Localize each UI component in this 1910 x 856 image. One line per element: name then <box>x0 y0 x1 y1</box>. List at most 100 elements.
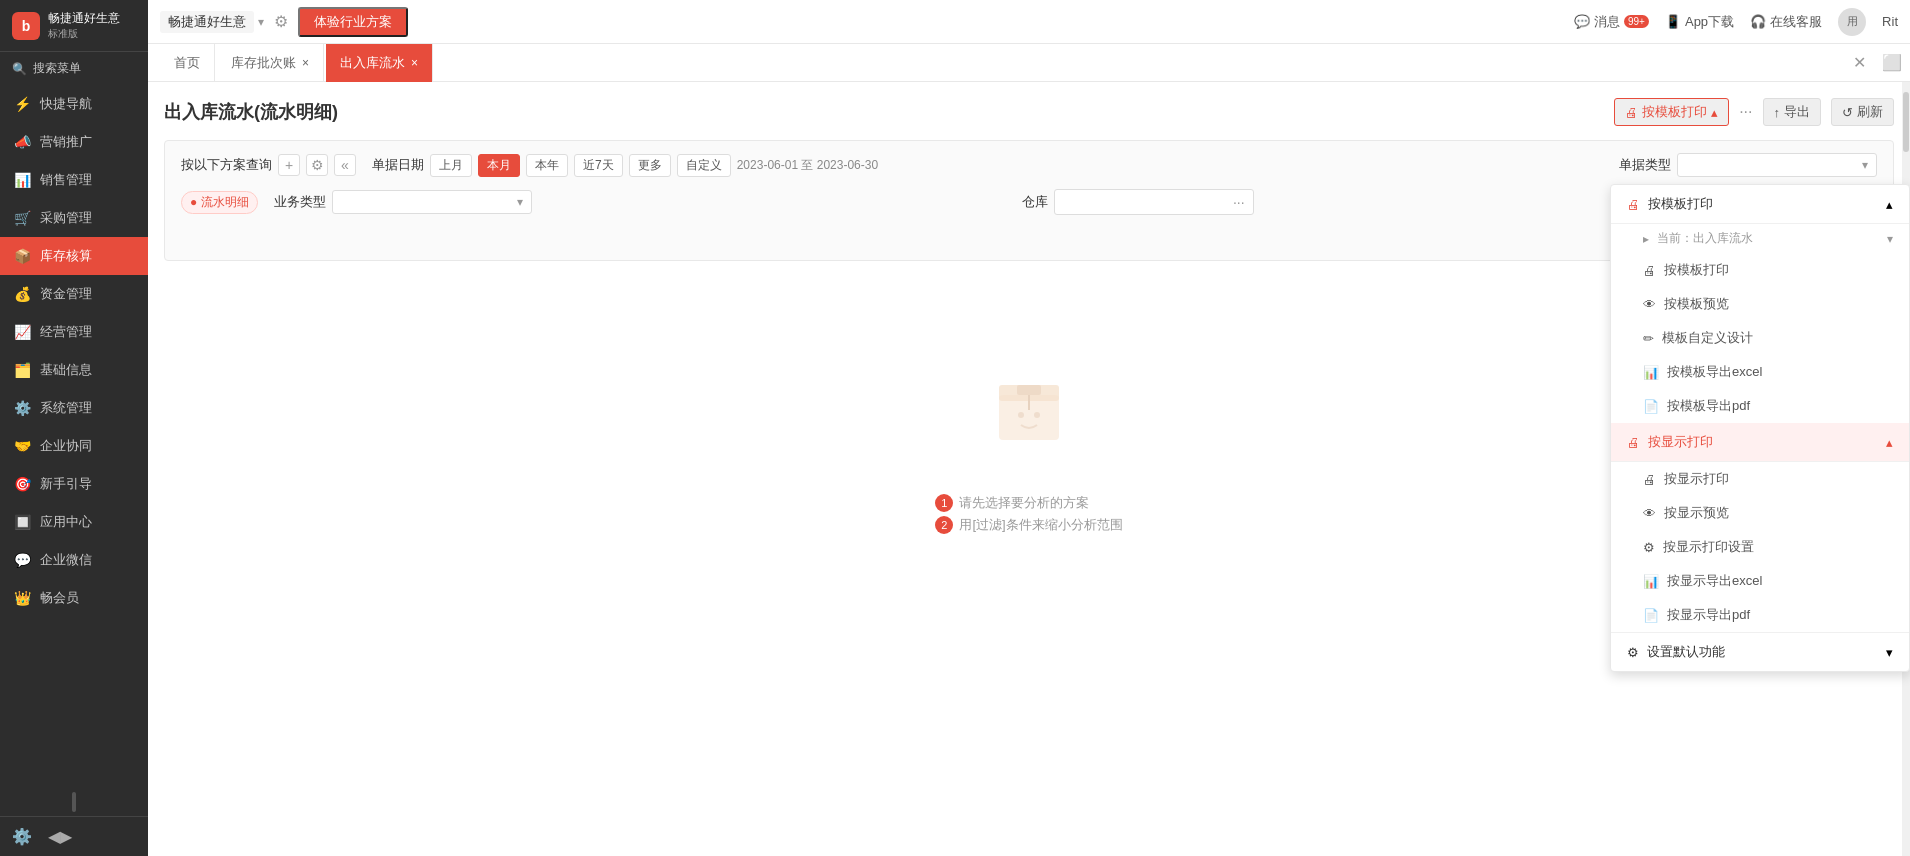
message-label: 消息 <box>1594 13 1620 31</box>
sidebar-item-label: 应用中心 <box>40 513 92 531</box>
sidebar-item-guide[interactable]: 🎯 新手引导 <box>0 465 148 503</box>
export-button[interactable]: ↑ 导出 <box>1763 98 1822 126</box>
sidebar-item-label: 库存核算 <box>40 247 92 265</box>
sidebar-item-marketing[interactable]: 📣 营销推广 <box>0 123 148 161</box>
close-window-icon[interactable]: ✕ <box>1845 53 1874 72</box>
logo-icon: b <box>12 12 40 40</box>
svg-point-4 <box>1018 412 1024 418</box>
settings-bottom-icon[interactable]: ⚙️ <box>12 827 32 846</box>
disp-preview-icon: 👁 <box>1643 506 1656 521</box>
display-export-excel-item[interactable]: 📊 按显示导出excel <box>1611 564 1909 598</box>
search-menu[interactable]: 🔍 搜索菜单 <box>0 52 148 85</box>
empty-tips: 1 请先选择要分析的方案 2 用[过滤]条件来缩小分析范围 <box>935 490 1122 538</box>
company-selector[interactable]: 畅捷通好生意 ▾ <box>160 11 264 33</box>
basic-icon: 🗂️ <box>12 362 32 378</box>
biz-type-select[interactable]: ▾ <box>332 190 532 214</box>
refresh-button[interactable]: ↺ 刷新 <box>1831 98 1894 126</box>
current-template-arrow: ▾ <box>1887 232 1893 246</box>
sidebar-item-collab[interactable]: 🤝 企业协同 <box>0 427 148 465</box>
close-inout-flow-icon[interactable]: × <box>411 56 418 70</box>
print-chevron-icon: ▴ <box>1711 105 1718 120</box>
sidebar-item-sales[interactable]: 📊 销售管理 <box>0 161 148 199</box>
item-pdf-label: 按模板导出pdf <box>1667 397 1750 415</box>
sidebar-item-inventory[interactable]: 📦 库存核算 <box>0 237 148 275</box>
template-print-item[interactable]: 🖨 按模板打印 <box>1611 253 1909 287</box>
sidebar-item-apps[interactable]: 🔲 应用中心 <box>0 503 148 541</box>
sidebar-item-purchase[interactable]: 🛒 采购管理 <box>0 199 148 237</box>
warehouse-more-icon[interactable]: ··· <box>1233 194 1245 210</box>
disp-pdf-label: 按显示导出pdf <box>1667 606 1750 624</box>
logo-sub-text: 标准版 <box>48 27 120 41</box>
sidebar-item-quick-nav[interactable]: ⚡ 快捷导航 <box>0 85 148 123</box>
display-export-pdf-item[interactable]: 📄 按显示导出pdf <box>1611 598 1909 632</box>
date-btn-custom[interactable]: 自定义 <box>677 154 731 177</box>
tab-inout-flow[interactable]: 出入库流水 × <box>326 44 433 82</box>
filter-collapse-button[interactable]: « <box>334 154 356 176</box>
display-print-item[interactable]: 🖨 按显示打印 <box>1611 462 1909 496</box>
type-filter-section: 单据类型 ▾ <box>1619 153 1877 177</box>
close-inventory-batch-icon[interactable]: × <box>302 56 309 70</box>
tab-home[interactable]: 首页 <box>160 44 215 82</box>
logo-main-text: 畅捷通好生意 <box>48 10 120 27</box>
sidebar-bottom: ⚙️ ◀▶ <box>0 816 148 856</box>
search-menu-label: 搜索菜单 <box>33 60 81 77</box>
sidebar-item-wechat[interactable]: 💬 企业微信 <box>0 541 148 579</box>
message-btn[interactable]: 💬 消息 99+ <box>1574 13 1649 31</box>
filter-add-button[interactable]: + <box>278 154 300 176</box>
topbar-settings-icon[interactable]: ⚙ <box>274 12 288 31</box>
sidebar-item-finance[interactable]: 💰 资金管理 <box>0 275 148 313</box>
sidebar-item-system[interactable]: ⚙️ 系统管理 <box>0 389 148 427</box>
app-logo: b 畅捷通好生意 标准版 <box>0 0 148 52</box>
user-avatar[interactable]: 用 <box>1838 8 1866 36</box>
footer-arrow: ▾ <box>1886 645 1893 660</box>
date-btn-this-year[interactable]: 本年 <box>526 154 568 177</box>
item-print-label: 按模板打印 <box>1664 261 1729 279</box>
template-export-pdf-item[interactable]: 📄 按模板导出pdf <box>1611 389 1909 423</box>
sidebar: b 畅捷通好生意 标准版 🔍 搜索菜单 ⚡ 快捷导航 📣 营销推广 📊 销售管理… <box>0 0 148 856</box>
display-preview-item[interactable]: 👁 按显示预览 <box>1611 496 1909 530</box>
dropdown-footer[interactable]: ⚙ 设置默认功能 ▾ <box>1611 632 1909 671</box>
tip1-num: 1 <box>935 494 953 512</box>
date-btn-last-month[interactable]: 上月 <box>430 154 472 177</box>
trial-button[interactable]: 体验行业方案 <box>298 7 408 37</box>
message-icon: 💬 <box>1574 14 1590 29</box>
customer-service-btn[interactable]: 🎧 在线客服 <box>1750 13 1822 31</box>
date-label: 单据日期 <box>372 156 424 174</box>
page-actions: 🖨 按模板打印 ▴ ··· ↑ 导出 ↺ 刷新 <box>1614 98 1894 126</box>
svg-point-5 <box>1034 412 1040 418</box>
date-btn-7days[interactable]: 近7天 <box>574 154 623 177</box>
date-btn-this-month[interactable]: 本月 <box>478 154 520 177</box>
inventory-icon: 📦 <box>12 248 32 264</box>
sidebar-item-member[interactable]: 👑 畅会员 <box>0 579 148 617</box>
app-download-btn[interactable]: 📱 App下载 <box>1665 13 1734 31</box>
filter-title-label: 按以下方案查询 <box>181 156 272 174</box>
tab-inventory-batch[interactable]: 库存批次账 × <box>217 44 324 82</box>
wechat-icon: 💬 <box>12 552 32 568</box>
date-btn-more[interactable]: 更多 <box>629 154 671 177</box>
template-preview-item[interactable]: 👁 按模板预览 <box>1611 287 1909 321</box>
filter-controls: 按以下方案查询 + ⚙ « <box>181 154 356 176</box>
template-design-item[interactable]: ✏ 模板自定义设计 <box>1611 321 1909 355</box>
chip-label: 流水明细 <box>201 194 249 211</box>
display-print-settings-item[interactable]: ⚙ 按显示打印设置 <box>1611 530 1909 564</box>
tip2-num: 2 <box>935 516 953 534</box>
print-dropdown-panel: 🖨 按模板打印 ▴ ▸ 当前：出入库流水 ▾ 🖨 按模板打印 👁 按模板预览 ✏… <box>1610 184 1910 672</box>
maximize-window-icon[interactable]: ⬜ <box>1874 53 1910 72</box>
print-more-icon[interactable]: ··· <box>1739 103 1752 121</box>
sidebar-item-label: 资金管理 <box>40 285 92 303</box>
sidebar-item-label: 系统管理 <box>40 399 92 417</box>
refresh-icon: ↺ <box>1842 105 1853 120</box>
sidebar-item-operations[interactable]: 📈 经营管理 <box>0 313 148 351</box>
tip2-text: 用[过滤]条件来缩小分析范围 <box>959 516 1122 534</box>
template-export-excel-item[interactable]: 📊 按模板导出excel <box>1611 355 1909 389</box>
template-print-section-header[interactable]: 🖨 按模板打印 ▴ <box>1611 185 1909 224</box>
collapse-sidebar-icon[interactable]: ◀▶ <box>48 827 72 846</box>
display-print-section-header[interactable]: 🖨 按显示打印 ▴ <box>1611 423 1909 462</box>
disp-print-icon: 🖨 <box>1643 472 1656 487</box>
sidebar-item-basic[interactable]: 🗂️ 基础信息 <box>0 351 148 389</box>
item-design-icon: ✏ <box>1643 331 1654 346</box>
warehouse-select[interactable]: ··· <box>1054 189 1254 215</box>
print-template-button[interactable]: 🖨 按模板打印 ▴ <box>1614 98 1729 126</box>
filter-settings-button[interactable]: ⚙ <box>306 154 328 176</box>
type-select[interactable]: ▾ <box>1677 153 1877 177</box>
